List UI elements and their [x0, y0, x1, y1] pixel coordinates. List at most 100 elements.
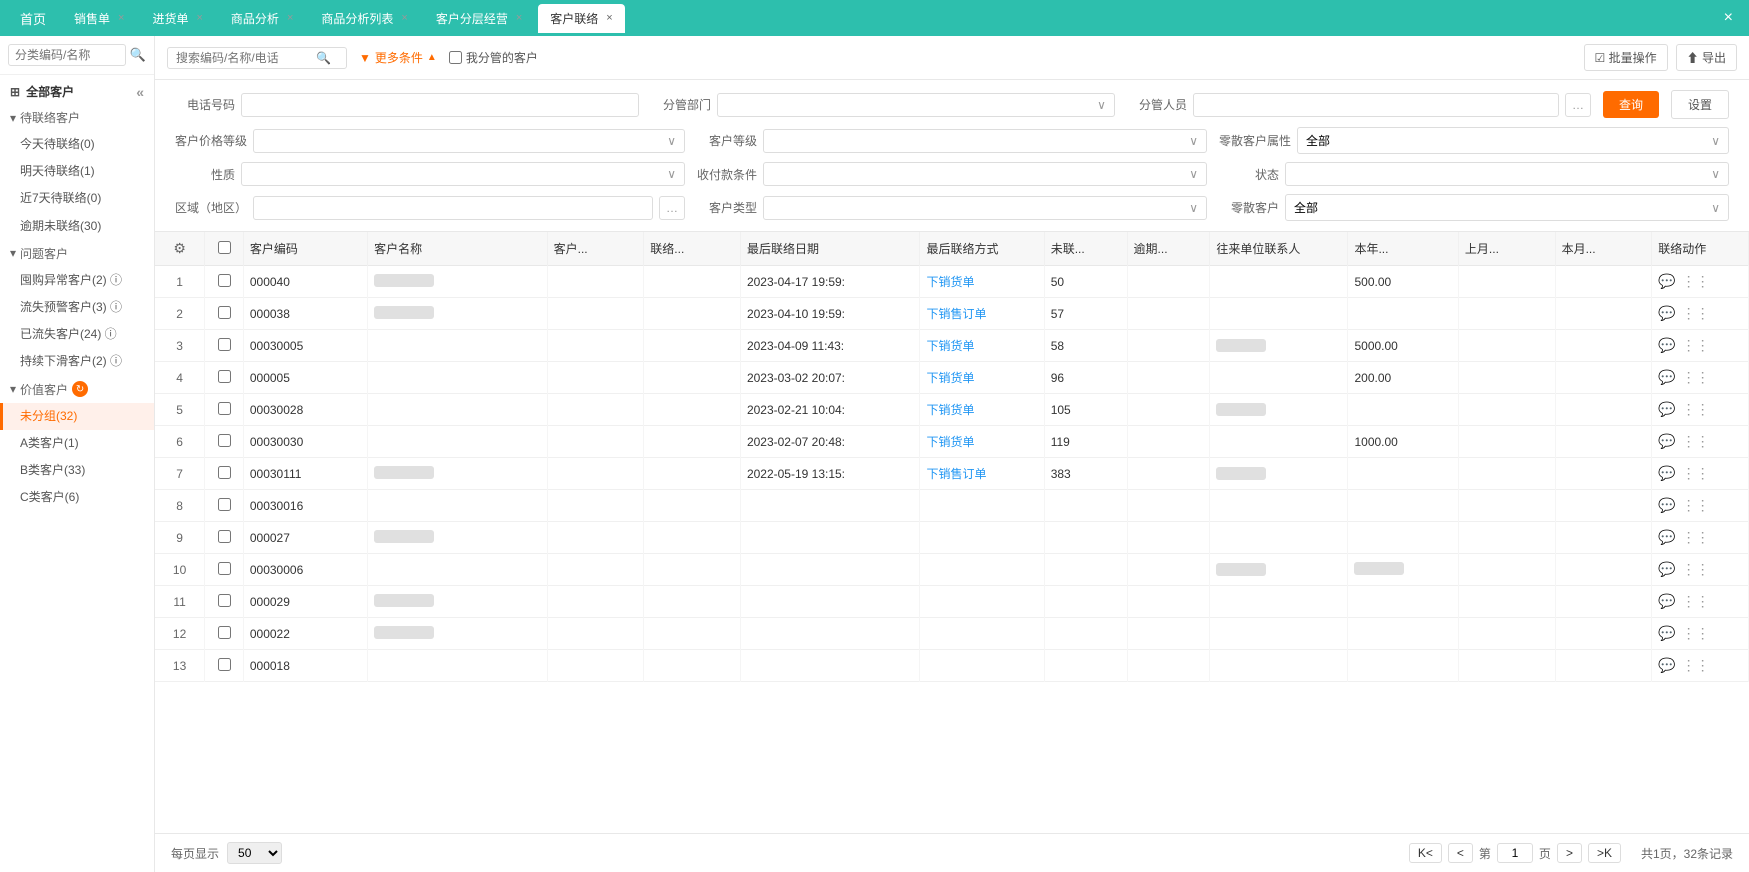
- select-all-checkbox[interactable]: [218, 241, 231, 254]
- refresh-badge[interactable]: ↻: [72, 381, 88, 397]
- sidebar-item-abnormal[interactable]: 囤购异常客户(2) ⓘ: [0, 267, 154, 294]
- more-action-icon[interactable]: ⋮⋮: [1682, 401, 1710, 418]
- sidebar-item-tomorrow[interactable]: 明天待联络(1): [0, 158, 154, 185]
- row-checkbox[interactable]: [218, 370, 231, 383]
- first-page-button[interactable]: K<: [1409, 843, 1442, 863]
- nav-tab-customer-tier[interactable]: 客户分层经营 ×: [424, 4, 534, 33]
- row-checkbox[interactable]: [218, 530, 231, 543]
- phone-action-icon[interactable]: 💬: [1658, 401, 1675, 418]
- phone-action-icon[interactable]: 💬: [1658, 465, 1675, 482]
- page-size-select[interactable]: 50 100 200: [227, 842, 282, 864]
- last-page-button[interactable]: >K: [1588, 843, 1621, 863]
- row-checkbox[interactable]: [218, 626, 231, 639]
- nav-tab-customer-tier-close[interactable]: ×: [516, 12, 522, 24]
- filter-more-conditions[interactable]: ▼ 更多条件 ▲: [359, 49, 437, 66]
- row-checkbox[interactable]: [218, 338, 231, 351]
- row-checkbox[interactable]: [218, 306, 231, 319]
- nav-tab-customer-contact[interactable]: 客户联络 ×: [538, 4, 624, 33]
- query-button[interactable]: 查询: [1603, 91, 1659, 118]
- more-action-icon[interactable]: ⋮⋮: [1682, 593, 1710, 610]
- more-action-icon[interactable]: ⋮⋮: [1682, 625, 1710, 642]
- phone-action-icon[interactable]: 💬: [1658, 561, 1675, 578]
- dept-select[interactable]: ∨: [717, 93, 1115, 117]
- sidebar-item-churned[interactable]: 已流失客户(24) ⓘ: [0, 321, 154, 348]
- row-checkbox[interactable]: [218, 274, 231, 287]
- contact-method-link[interactable]: 下销货单: [926, 339, 974, 353]
- sidebar-collapse-icon[interactable]: «: [136, 84, 144, 100]
- more-action-icon[interactable]: ⋮⋮: [1682, 433, 1710, 450]
- more-action-icon[interactable]: ⋮⋮: [1682, 273, 1710, 290]
- retail-attr-select[interactable]: 全部 ∨: [1297, 127, 1729, 154]
- table-settings-icon[interactable]: ⚙: [173, 240, 186, 256]
- more-action-icon[interactable]: ⋮⋮: [1682, 657, 1710, 674]
- nav-tab-analysis[interactable]: 商品分析 ×: [219, 4, 305, 33]
- nav-tab-purchase-close[interactable]: ×: [196, 12, 202, 24]
- person-input[interactable]: [1193, 93, 1559, 117]
- export-button[interactable]: ⬆ 导出: [1676, 44, 1737, 71]
- phone-action-icon[interactable]: 💬: [1658, 529, 1675, 546]
- row-checkbox[interactable]: [218, 466, 231, 479]
- phone-action-icon[interactable]: 💬: [1658, 593, 1675, 610]
- nav-tab-analysis-list-close[interactable]: ×: [401, 12, 407, 24]
- sidebar-search-icon[interactable]: 🔍: [130, 47, 146, 63]
- row-checkbox[interactable]: [218, 658, 231, 671]
- nav-tab-purchase[interactable]: 进货单 ×: [140, 4, 214, 33]
- more-action-icon[interactable]: ⋮⋮: [1682, 465, 1710, 482]
- retail-select[interactable]: 全部 ∨: [1285, 194, 1729, 221]
- sidebar-item-declining[interactable]: 持续下滑客户(2) ⓘ: [0, 348, 154, 375]
- row-checkbox[interactable]: [218, 562, 231, 575]
- region-input[interactable]: [253, 196, 653, 220]
- status-select[interactable]: ∨: [1285, 162, 1729, 186]
- row-checkbox[interactable]: [218, 402, 231, 415]
- nav-tab-analysis-list[interactable]: 商品分析列表 ×: [309, 4, 419, 33]
- row-checkbox[interactable]: [218, 434, 231, 447]
- more-action-icon[interactable]: ⋮⋮: [1682, 497, 1710, 514]
- more-action-icon[interactable]: ⋮⋮: [1682, 369, 1710, 386]
- next-page-button[interactable]: >: [1557, 843, 1582, 863]
- nav-tab-sales-close[interactable]: ×: [118, 12, 124, 24]
- contact-method-link[interactable]: 下销货单: [926, 403, 974, 417]
- payment-select[interactable]: ∨: [763, 162, 1207, 186]
- sidebar-item-today[interactable]: 今天待联络(0): [0, 131, 154, 158]
- nav-home[interactable]: 首页: [8, 3, 58, 34]
- sidebar-item-churn-warn[interactable]: 流失预警客户(3) ⓘ: [0, 294, 154, 321]
- sidebar-group-problem[interactable]: ▾ 问题客户: [0, 240, 154, 267]
- phone-action-icon[interactable]: 💬: [1658, 273, 1675, 290]
- price-level-select[interactable]: ∨: [253, 129, 685, 153]
- nav-tab-analysis-close[interactable]: ×: [287, 12, 293, 24]
- more-action-icon[interactable]: ⋮⋮: [1682, 529, 1710, 546]
- phone-input[interactable]: [241, 93, 639, 117]
- sidebar-item-overdue[interactable]: 逾期未联络(30): [0, 213, 154, 240]
- sidebar-group-value[interactable]: ▾ 价值客户 ↻: [0, 376, 154, 403]
- contact-method-link[interactable]: 下销售订单: [926, 467, 986, 481]
- contact-method-link[interactable]: 下销货单: [926, 275, 974, 289]
- phone-action-icon[interactable]: 💬: [1658, 337, 1675, 354]
- region-more-icon[interactable]: …: [659, 196, 685, 220]
- page-number-input[interactable]: [1497, 843, 1533, 863]
- filter-my-customers[interactable]: 我分管的客户: [449, 49, 538, 66]
- customer-level-select[interactable]: ∨: [763, 129, 1207, 153]
- customer-type-select[interactable]: ∨: [763, 196, 1207, 220]
- reset-button[interactable]: 设置: [1671, 90, 1729, 119]
- phone-action-icon[interactable]: 💬: [1658, 305, 1675, 322]
- person-more-icon[interactable]: …: [1565, 93, 1591, 117]
- contact-method-link[interactable]: 下销售订单: [926, 307, 986, 321]
- nature-select[interactable]: ∨: [241, 162, 685, 186]
- row-checkbox[interactable]: [218, 498, 231, 511]
- more-action-icon[interactable]: ⋮⋮: [1682, 305, 1710, 322]
- my-customers-checkbox[interactable]: [449, 51, 462, 64]
- phone-action-icon[interactable]: 💬: [1658, 497, 1675, 514]
- sidebar-group-pending[interactable]: ▾ 待联络客户: [0, 104, 154, 131]
- phone-action-icon[interactable]: 💬: [1658, 433, 1675, 450]
- sidebar-item-class-a[interactable]: A类客户(1): [0, 430, 154, 457]
- sidebar-item-7days[interactable]: 近7天待联络(0): [0, 185, 154, 212]
- contact-method-link[interactable]: 下销货单: [926, 371, 974, 385]
- prev-page-button[interactable]: <: [1448, 843, 1473, 863]
- nav-tab-sales[interactable]: 销售单 ×: [62, 4, 136, 33]
- more-action-icon[interactable]: ⋮⋮: [1682, 337, 1710, 354]
- filter-search-icon[interactable]: 🔍: [316, 51, 331, 65]
- phone-action-icon[interactable]: 💬: [1658, 625, 1675, 642]
- phone-action-icon[interactable]: 💬: [1658, 657, 1675, 674]
- nav-tab-customer-contact-close[interactable]: ×: [606, 12, 612, 24]
- close-all-tabs[interactable]: ×: [1716, 9, 1741, 27]
